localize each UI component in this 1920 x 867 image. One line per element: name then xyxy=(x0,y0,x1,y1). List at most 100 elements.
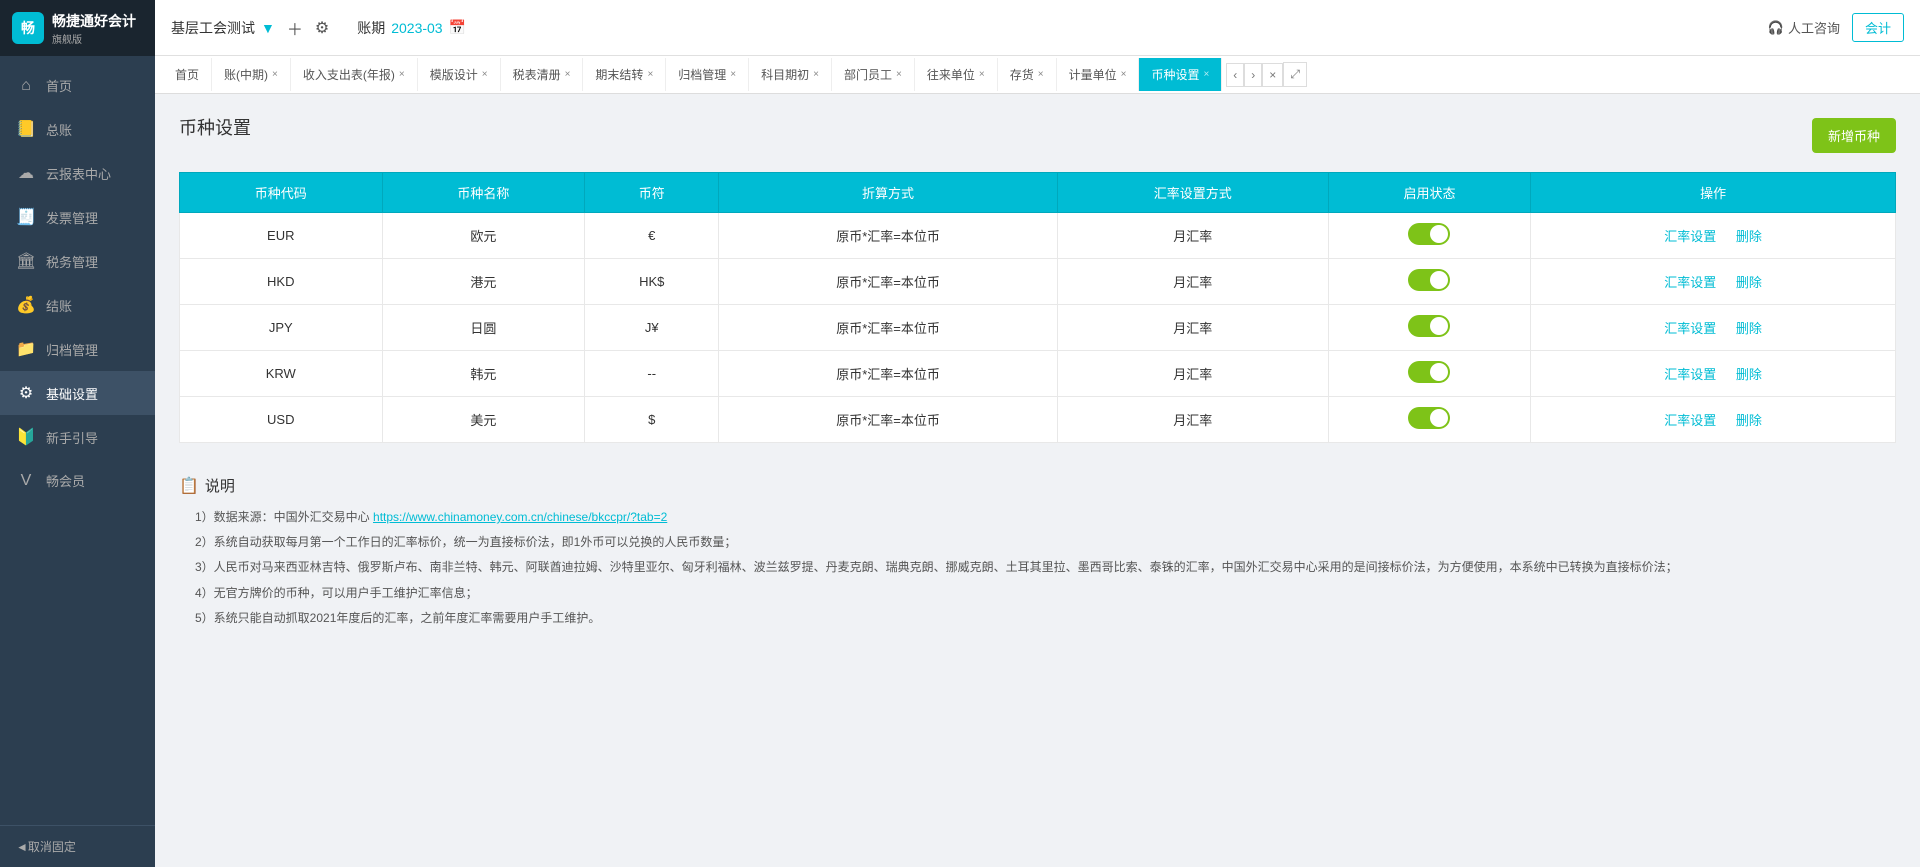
sidebar-footer-pin[interactable]: ◄取消固定 xyxy=(0,825,155,867)
company-dropdown-icon: ▼ xyxy=(261,20,275,36)
tab-label-unit: 计量单位 xyxy=(1069,66,1117,83)
tab-tax[interactable]: 税表清册× xyxy=(501,58,584,91)
tab-close-template[interactable]: × xyxy=(482,69,488,80)
tab-home[interactable]: 首页 xyxy=(163,58,212,91)
cell-rate-method-3: 月汇率 xyxy=(1057,351,1328,397)
tab-close-balance[interactable]: × xyxy=(272,69,278,80)
cell-symbol-2: J¥ xyxy=(585,305,719,351)
sidebar-item-invoice[interactable]: 🧾 发票管理 xyxy=(0,195,155,239)
toggle-2[interactable] xyxy=(1408,315,1450,337)
sidebar-item-ledger[interactable]: 📒 总账 xyxy=(0,107,155,151)
help-button[interactable]: 🎧 人工咨询 xyxy=(1768,18,1840,37)
rate-setting-link-2[interactable]: 汇率设置 xyxy=(1664,321,1716,336)
accounting-btn[interactable]: 会计 xyxy=(1852,13,1904,42)
page-title: 币种设置 xyxy=(179,114,251,140)
tab-balance[interactable]: 账(中期) × xyxy=(212,58,291,91)
cell-enabled-4[interactable] xyxy=(1328,397,1531,443)
sidebar-item-tax[interactable]: 🏛 税务管理 xyxy=(0,239,155,283)
calendar-icon[interactable]: 📅 xyxy=(449,19,466,36)
tab-close-dept[interactable]: × xyxy=(896,69,902,80)
tab-period_end[interactable]: 期末结转 × xyxy=(583,58,666,91)
tab-label-period_end: 期末结转 xyxy=(595,66,643,83)
note-header: 📋 说明 xyxy=(179,475,1896,496)
tab-template[interactable]: 模版设计× xyxy=(418,58,501,91)
tab-close-unit[interactable]: × xyxy=(1121,69,1127,80)
rate-setting-link-3[interactable]: 汇率设置 xyxy=(1664,367,1716,382)
delete-link-1[interactable]: 删除 xyxy=(1736,275,1762,290)
tab-close-period_end[interactable]: × xyxy=(647,69,653,80)
sidebar-item-reports[interactable]: ☁ 云报表中心 xyxy=(0,151,155,195)
period-display: 账期 2023-03 📅 xyxy=(357,18,466,38)
tab-expand-btn[interactable]: ⤢ xyxy=(1283,62,1307,87)
cell-name-2: 日圆 xyxy=(382,305,585,351)
table-header-cell: 币种名称 xyxy=(382,173,585,213)
tab-label-balance: 账(中期) xyxy=(224,66,268,83)
sidebar-icon-invoice: 🧾 xyxy=(16,207,36,227)
headset-icon: 🎧 xyxy=(1768,20,1784,36)
toggle-4[interactable] xyxy=(1408,407,1450,429)
note-item-0: 1）数据来源：中国外汇交易中心 https://www.chinamoney.c… xyxy=(195,508,1896,527)
company-selector[interactable]: 基层工会测试 ▼ xyxy=(171,18,275,38)
sidebar-item-member[interactable]: V 畅会员 xyxy=(0,459,155,502)
sidebar-item-checkout[interactable]: 💰 结账 xyxy=(0,283,155,327)
sidebar-item-home[interactable]: ⌂ 首页 xyxy=(0,64,155,107)
sidebar-nav: ⌂ 首页 📒 总账 ☁ 云报表中心 🧾 发票管理 🏛 税务管理 💰 结账 📁 归… xyxy=(0,56,155,825)
tab-archive[interactable]: 归档管理 × xyxy=(666,58,749,91)
table-header-cell: 汇率设置方式 xyxy=(1057,173,1328,213)
tab-close-archive[interactable]: × xyxy=(730,69,736,80)
cell-enabled-3[interactable] xyxy=(1328,351,1531,397)
tab-stock[interactable]: 存货 × xyxy=(998,58,1057,91)
tab-subject[interactable]: 科目期初× xyxy=(749,58,832,91)
sidebar-item-settings[interactable]: ⚙ 基础设置 xyxy=(0,371,155,415)
tab-next-btn[interactable]: › xyxy=(1244,63,1262,87)
period-value: 2023-03 xyxy=(391,20,442,36)
note-item-3: 4）无官方牌价的币种，可以用户手工维护汇率信息； xyxy=(195,584,1896,603)
tab-prev-btn[interactable]: ‹ xyxy=(1226,63,1244,87)
help-label: 人工咨询 xyxy=(1788,18,1840,37)
delete-link-2[interactable]: 删除 xyxy=(1736,321,1762,336)
tab-label-archive: 归档管理 xyxy=(678,66,726,83)
new-currency-button[interactable]: 新增币种 xyxy=(1812,118,1896,153)
tab-partner[interactable]: 往来单位× xyxy=(915,58,998,91)
content-area: 币种设置 新增币种 币种代码币种名称币符折算方式汇率设置方式启用状态操作 EUR… xyxy=(155,94,1920,867)
add-icon[interactable]: ＋ xyxy=(287,16,303,40)
delete-link-0[interactable]: 删除 xyxy=(1736,229,1762,244)
company-name: 基层工会测试 xyxy=(171,18,255,38)
sidebar-icon-reports: ☁ xyxy=(16,163,36,183)
topbar-right: 🎧 人工咨询 会计 xyxy=(1768,13,1904,42)
cell-enabled-2[interactable] xyxy=(1328,305,1531,351)
tab-currency[interactable]: 币种设置 × xyxy=(1139,58,1222,91)
sidebar-item-archive[interactable]: 📁 归档管理 xyxy=(0,327,155,371)
tab-close-all-btn[interactable]: × xyxy=(1262,63,1283,87)
sidebar-icon-tax: 🏛 xyxy=(16,251,36,271)
tab-close-partner[interactable]: × xyxy=(979,69,985,80)
toggle-circle-2 xyxy=(1430,317,1448,335)
rate-setting-link-1[interactable]: 汇率设置 xyxy=(1664,275,1716,290)
toggle-1[interactable] xyxy=(1408,269,1450,291)
note-icon: 📋 xyxy=(179,476,199,496)
tab-close-currency[interactable]: × xyxy=(1203,69,1209,80)
toggle-3[interactable] xyxy=(1408,361,1450,383)
delete-link-3[interactable]: 删除 xyxy=(1736,367,1762,382)
sidebar-item-guide[interactable]: 🔰 新手引导 xyxy=(0,415,155,459)
delete-link-4[interactable]: 删除 xyxy=(1736,413,1762,428)
cell-code-2: JPY xyxy=(180,305,383,351)
toggle-0[interactable] xyxy=(1408,223,1450,245)
settings-icon[interactable]: ⚙ xyxy=(315,18,329,38)
rate-setting-link-4[interactable]: 汇率设置 xyxy=(1664,413,1716,428)
cell-enabled-1[interactable] xyxy=(1328,259,1531,305)
rate-setting-link-0[interactable]: 汇率设置 xyxy=(1664,229,1716,244)
tab-label-currency: 币种设置 xyxy=(1151,66,1199,83)
tab-close-stock[interactable]: × xyxy=(1038,69,1044,80)
tab-unit[interactable]: 计量单位 × xyxy=(1057,58,1140,91)
cell-enabled-0[interactable] xyxy=(1328,213,1531,259)
tab-income[interactable]: 收入支出表(年报)× xyxy=(291,58,418,91)
sidebar-icon-archive: 📁 xyxy=(16,339,36,359)
tab-close-income[interactable]: × xyxy=(399,69,405,80)
tab-label-stock: 存货 xyxy=(1010,66,1034,83)
tab-close-tax[interactable]: × xyxy=(565,69,571,80)
note-link[interactable]: https://www.chinamoney.com.cn/chinese/bk… xyxy=(373,510,667,524)
cell-symbol-1: HK$ xyxy=(585,259,719,305)
tab-close-subject[interactable]: × xyxy=(813,69,819,80)
tab-dept[interactable]: 部门员工× xyxy=(832,58,915,91)
